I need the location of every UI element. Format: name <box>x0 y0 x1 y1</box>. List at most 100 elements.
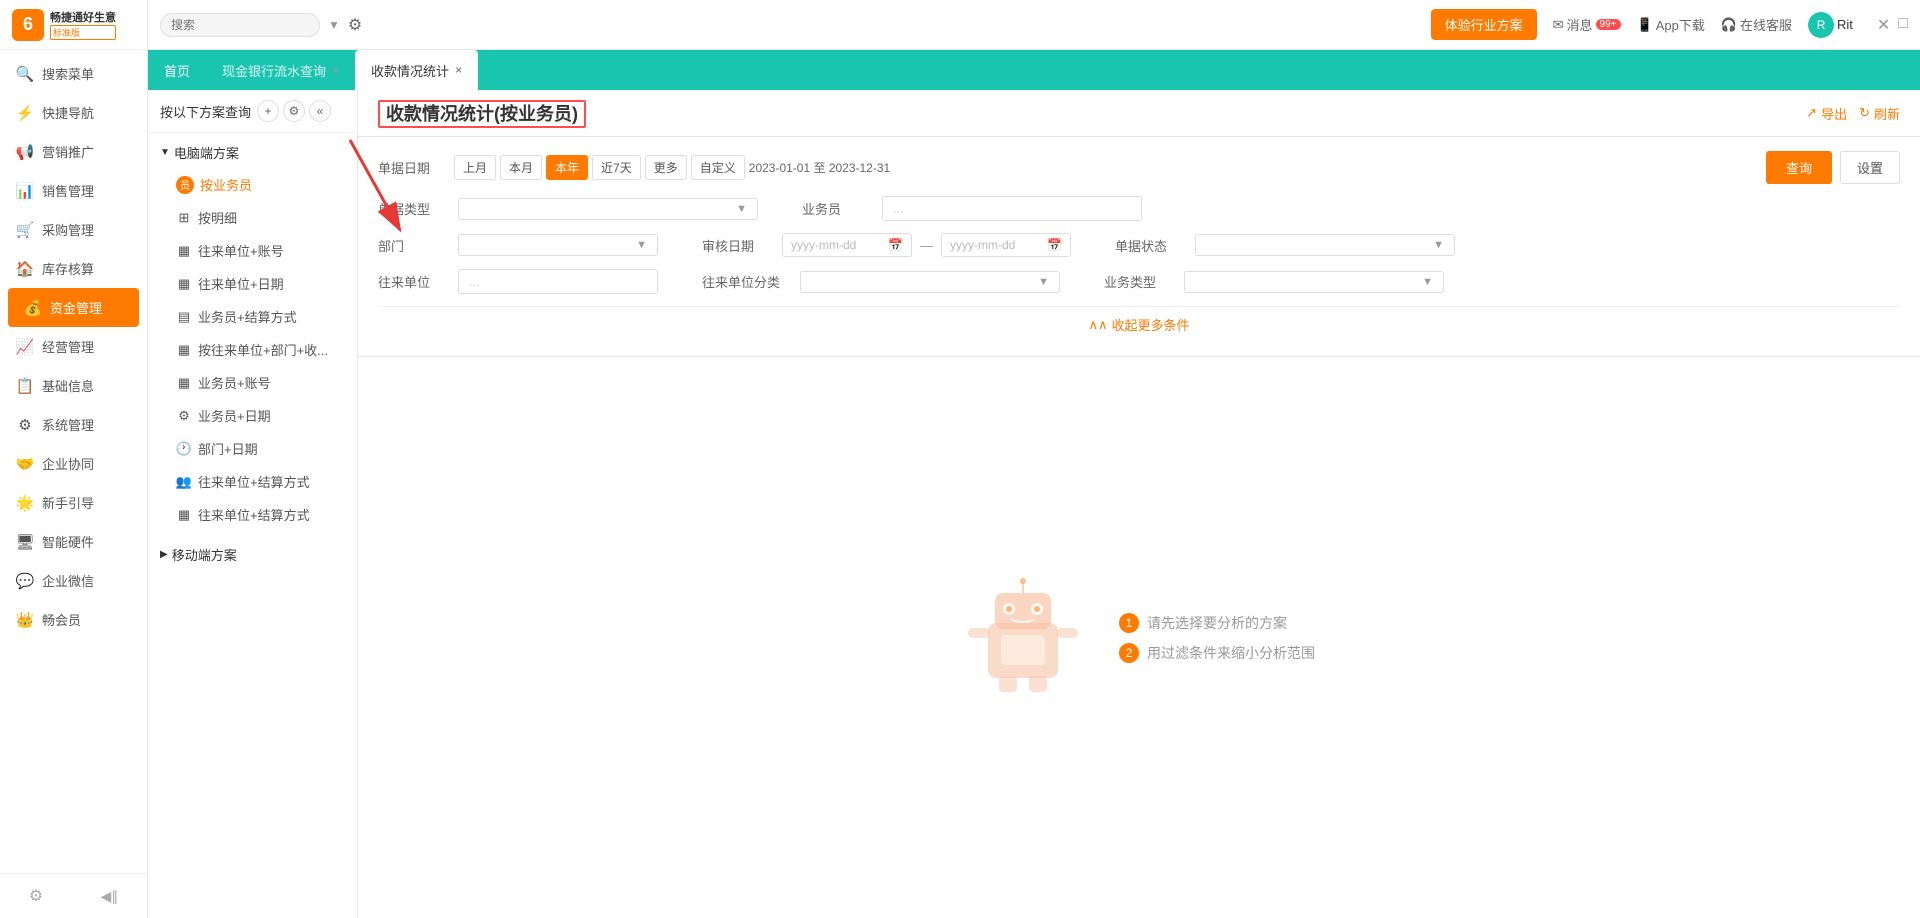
table5-icon: ▦ <box>176 507 192 523</box>
messages-label: 消息 <box>1567 15 1593 34</box>
sidebar-item-basic-info[interactable]: 📋 基础信息 <box>0 366 147 405</box>
topbar-dropdown-icon[interactable]: ▼ <box>328 18 340 32</box>
partner-category-select[interactable]: ▼ <box>800 271 1060 293</box>
date-btn-more[interactable]: 更多 <box>645 155 687 180</box>
maximize-window-btn[interactable]: □ <box>1898 15 1908 35</box>
partner-select[interactable]: ... <box>458 269 658 294</box>
topbar-left: ▼ ⚙ <box>160 13 362 37</box>
doc-type-arrow: ▼ <box>736 203 747 215</box>
filter-row-2: 单据类型 ▼ 业务员 ... <box>378 196 1900 221</box>
messages-btn[interactable]: ✉ 消息 99+ <box>1553 15 1621 34</box>
sidebar-collapse-btn[interactable]: ◀∥ <box>101 888 119 905</box>
scheme-item-salesperson-date[interactable]: ⚙ 业务员+日期 <box>148 399 357 432</box>
sidebar-item-purchase[interactable]: 🛒 采购管理 <box>0 210 147 249</box>
scheme-settings-btn[interactable]: ⚙ <box>283 100 305 122</box>
settings-icon: ⚙ <box>16 416 34 434</box>
scheme-item-unit-settle2[interactable]: ▦ 往来单位+结算方式 <box>148 498 357 531</box>
sidebar-item-guide[interactable]: 🌟 新手引导 <box>0 483 147 522</box>
scheme-item-salesperson-account[interactable]: ▦ 业务员+账号 <box>148 366 357 399</box>
business-type-select[interactable]: ▼ <box>1184 271 1444 293</box>
online-service-btn[interactable]: 🎧 在线客服 <box>1721 15 1792 34</box>
date-btn-this-year[interactable]: 本年 <box>546 155 588 180</box>
scheme-collapse-btn[interactable]: « <box>309 100 331 122</box>
topbar-search-input[interactable] <box>160 13 320 37</box>
scheme-item-salesperson-settlement[interactable]: ▤ 业务员+结算方式 <box>148 300 357 333</box>
scheme-item-unit-settle1[interactable]: 👥 往来单位+结算方式 <box>148 465 357 498</box>
sidebar-item-label: 智能硬件 <box>42 532 94 551</box>
app-download-btn[interactable]: 📱 App下载 <box>1637 15 1705 34</box>
sidebar-item-inventory[interactable]: 🏠 库存核算 <box>0 249 147 288</box>
scheme-add-btn[interactable]: + <box>257 100 279 122</box>
date-btn-custom[interactable]: 自定义 <box>691 155 745 180</box>
empty-content: 1 请先选择要分析的方案 2 用过滤条件来缩小分析范围 <box>963 573 1315 703</box>
sidebar-item-label: 畅会员 <box>42 610 81 629</box>
sidebar-item-quick-nav[interactable]: ⚡ 快捷导航 <box>0 93 147 132</box>
main-area: ▼ ⚙ 体验行业方案 ✉ 消息 99+ 📱 App下载 🎧 在线客服 R Rit <box>148 0 1920 918</box>
page-header: 收款情况统计(按业务员) ↗ 导出 ↻ 刷新 <box>358 90 1920 137</box>
scheme-item-by-detail[interactable]: ⊞ 按明细 <box>148 201 357 234</box>
date-btn-last-month[interactable]: 上月 <box>454 155 496 180</box>
sidebar-item-sales[interactable]: 📊 销售管理 <box>0 171 147 210</box>
export-btn[interactable]: ↗ 导出 <box>1806 104 1847 123</box>
chart-icon: 📊 <box>16 182 34 200</box>
sidebar-item-member[interactable]: 👑 畅会员 <box>0 600 147 639</box>
scheme-section-desktop-title[interactable]: ▼ 电脑端方案 <box>148 137 357 168</box>
section-label: 电脑端方案 <box>174 143 239 162</box>
sidebar-item-label: 资金管理 <box>50 298 102 317</box>
scheme-panel: 按以下方案查询 + ⚙ « ▼ 电脑端方案 员 按业务员 ⊞ <box>148 90 358 918</box>
trial-btn[interactable]: 体验行业方案 <box>1431 9 1537 40</box>
collapse-more-btn[interactable]: ∧∧ 收起更多条件 <box>378 306 1900 342</box>
doc-type-select[interactable]: ▼ <box>458 198 758 220</box>
scheme-item-label: 往来单位+结算方式 <box>198 505 310 524</box>
sidebar-item-operation[interactable]: 📈 经营管理 <box>0 327 147 366</box>
review-date-end-text: yyyy-mm-dd <box>950 238 1015 252</box>
partner-category-label: 往来单位分类 <box>702 272 780 291</box>
sidebar-item-hardware[interactable]: 🖥 智能硬件 <box>0 522 147 561</box>
review-date-end[interactable]: yyyy-mm-dd 📅 <box>941 233 1071 257</box>
refresh-btn[interactable]: ↻ 刷新 <box>1859 104 1900 123</box>
sidebar-item-search-menu[interactable]: 🔍 搜索菜单 <box>0 54 147 93</box>
sidebar-item-cooperation[interactable]: 🤝 企业协同 <box>0 444 147 483</box>
scheme-item-unit-dept[interactable]: ▦ 按往来单位+部门+收... <box>148 333 357 366</box>
scheme-item-unit-account[interactable]: ▦ 往来单位+账号 <box>148 234 357 267</box>
sidebar-item-label: 快捷导航 <box>42 103 94 122</box>
sidebar-item-finance[interactable]: 💰 资金管理 <box>8 288 139 327</box>
house-icon: 🏠 <box>16 260 34 278</box>
sidebar-settings-btn[interactable]: ⚙ <box>29 886 43 906</box>
scheme-section-mobile-title[interactable]: ▶ 移动端方案 <box>148 539 357 570</box>
table-icon: ▦ <box>176 243 192 259</box>
tab-bank-flow-close[interactable]: × <box>332 63 339 77</box>
tab-collection-stats[interactable]: 收款情况统计 × <box>355 50 478 90</box>
hint-text-1: 请先选择要分析的方案 <box>1147 613 1287 633</box>
filter-settings-btn[interactable]: 设置 <box>1840 151 1900 184</box>
collapse-icon: ∧∧ <box>1088 317 1107 333</box>
review-date-start[interactable]: yyyy-mm-dd 📅 <box>782 233 912 257</box>
sidebar-item-wechat[interactable]: 💬 企业微信 <box>0 561 147 600</box>
export-icon: ↗ <box>1806 105 1817 121</box>
tab-bank-flow[interactable]: 现金银行流水查询 × <box>206 50 355 90</box>
date-separator: — <box>916 238 937 253</box>
dept-select[interactable]: ▼ <box>458 234 658 256</box>
biz-type-arrow: ▼ <box>1422 276 1433 288</box>
salesperson-select[interactable]: ... <box>882 196 1142 221</box>
scheme-item-dept-date[interactable]: 🕐 部门+日期 <box>148 432 357 465</box>
tab-home[interactable]: 首页 <box>148 50 206 90</box>
close-window-btn[interactable]: ✕ <box>1877 15 1890 35</box>
scheme-item-label: 业务员+日期 <box>198 406 271 425</box>
user-avatar[interactable]: R Rit <box>1808 12 1853 38</box>
query-btn[interactable]: 查询 <box>1766 151 1832 184</box>
topbar-right: 体验行业方案 ✉ 消息 99+ 📱 App下载 🎧 在线客服 R Rit ✕ □ <box>1431 9 1908 40</box>
doc-status-select[interactable]: ▼ <box>1195 234 1455 256</box>
sidebar-item-system[interactable]: ⚙ 系统管理 <box>0 405 147 444</box>
date-btn-this-month[interactable]: 本月 <box>500 155 542 180</box>
scheme-item-unit-date[interactable]: ▦ 往来单位+日期 <box>148 267 357 300</box>
tab-collection-stats-close[interactable]: × <box>455 63 462 77</box>
scheme-item-by-salesperson[interactable]: 员 按业务员 <box>148 168 357 201</box>
sidebar-item-label: 搜索菜单 <box>42 64 94 83</box>
salesperson-label: 业务员 <box>802 199 862 218</box>
review-date-range: yyyy-mm-dd 📅 — yyyy-mm-dd 📅 <box>782 233 1071 257</box>
sidebar-item-marketing[interactable]: 📢 营销推广 <box>0 132 147 171</box>
empty-state: 1 请先选择要分析的方案 2 用过滤条件来缩小分析范围 <box>358 357 1920 918</box>
date-btn-7days[interactable]: 近7天 <box>592 155 641 180</box>
topbar-settings-icon[interactable]: ⚙ <box>348 15 362 35</box>
